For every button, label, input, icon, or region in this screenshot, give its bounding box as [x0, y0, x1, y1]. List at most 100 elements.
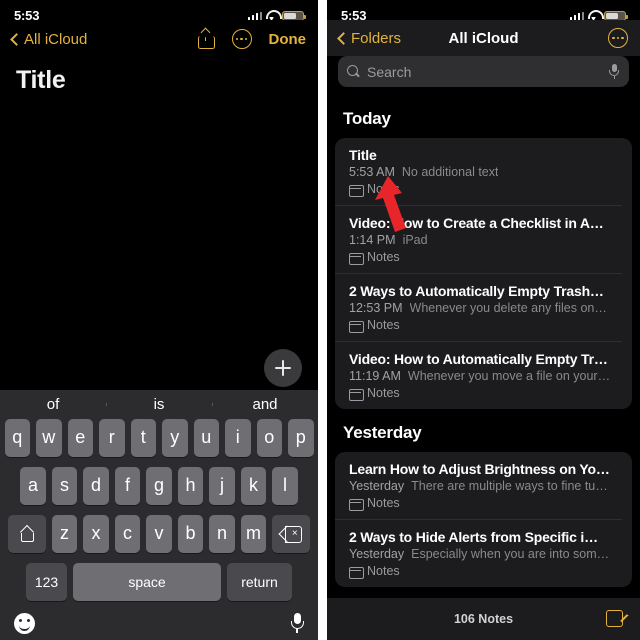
delete-key[interactable]: × — [272, 514, 311, 553]
shift-icon — [19, 526, 35, 542]
share-icon[interactable] — [197, 29, 215, 49]
list-item[interactable]: 2 Ways to Hide Alerts from Specific i… Y… — [335, 519, 622, 587]
key-r[interactable]: r — [99, 418, 125, 457]
key-i[interactable]: i — [225, 418, 251, 457]
key-e[interactable]: e — [67, 418, 93, 457]
emoji-smiley-icon[interactable] — [14, 612, 35, 634]
wifi-icon — [588, 10, 604, 20]
key-b[interactable]: b — [177, 514, 204, 553]
key-t[interactable]: t — [130, 418, 156, 457]
list-item[interactable]: 2 Ways to Automatically Empty Trash… 12:… — [335, 273, 622, 341]
compose-icon[interactable] — [606, 609, 632, 629]
key-l[interactable]: l — [272, 466, 298, 505]
predictive-text-bar: of is and — [0, 390, 318, 419]
key-j[interactable]: j — [209, 466, 235, 505]
done-button[interactable]: Done — [269, 31, 307, 48]
back-to-all-icloud-button[interactable]: All iCloud — [10, 30, 88, 48]
note-meta: 11:19 AM Whenever you move a file on you… — [349, 369, 622, 383]
prediction-1[interactable]: is — [106, 396, 212, 413]
status-time: 5:53 — [14, 8, 40, 20]
key-w[interactable]: w — [36, 418, 62, 457]
note-snippet: Whenever you move a file on your… — [407, 369, 611, 383]
prediction-2[interactable]: and — [212, 396, 318, 413]
folder-icon — [349, 388, 364, 401]
note-title: Video: How to Automatically Empty Tr… — [349, 351, 608, 367]
keyboard-row-1: q w e r t y u i o p — [0, 418, 318, 457]
microphone-icon[interactable] — [609, 64, 620, 79]
list-item[interactable]: Video: How to Create a Checklist in A… 1… — [335, 205, 622, 273]
back-button-label: All iCloud — [24, 30, 88, 48]
dual-screenshot-container: 5:53 All iCloud Done Title of is and q w… — [0, 0, 640, 640]
prediction-0[interactable]: of — [0, 396, 106, 413]
section-heading-today: Today — [343, 109, 391, 128]
delete-backward-icon: × — [281, 526, 302, 544]
folder-icon — [349, 252, 364, 265]
list-item[interactable]: Learn How to Adjust Brightness on Yo… Ye… — [335, 452, 622, 519]
search-icon — [347, 65, 360, 78]
folder-icon — [349, 184, 364, 197]
wifi-icon — [266, 10, 282, 20]
note-snippet: There are multiple ways to fine tu… — [411, 479, 608, 493]
search-input[interactable]: Search — [338, 56, 629, 87]
key-x[interactable]: x — [83, 514, 109, 553]
key-d[interactable]: d — [83, 466, 109, 505]
editor-navigation-bar: All iCloud Done — [0, 20, 318, 58]
return-key[interactable]: return — [227, 562, 292, 601]
back-to-folders-button[interactable]: Folders — [337, 30, 401, 47]
status-time: 5:53 — [341, 8, 367, 20]
note-title-text: Title — [16, 66, 66, 94]
section-heading-yesterday: Yesterday — [343, 423, 422, 442]
note-time: 1:14 PM — [349, 233, 396, 247]
list-item[interactable]: Title 5:53 AM No additional text Notes — [335, 138, 622, 205]
key-u[interactable]: u — [193, 418, 219, 457]
chevron-left-icon — [337, 31, 350, 45]
keyboard-row-3: z x c v b n m × — [0, 514, 318, 553]
shift-key[interactable] — [7, 514, 46, 553]
note-meta: 5:53 AM No additional text — [349, 165, 622, 179]
keyboard-row-4: 123 space return — [0, 562, 318, 601]
note-time: Yesterday — [349, 547, 405, 561]
list-item[interactable]: Video: How to Automatically Empty Tr… 11… — [335, 341, 622, 409]
more-circle-icon[interactable] — [231, 29, 252, 49]
key-h[interactable]: h — [177, 466, 204, 505]
key-z[interactable]: z — [51, 514, 78, 553]
onscreen-keyboard: of is and q w e r t y u i o p a s d f g … — [0, 390, 318, 640]
note-title: 2 Ways to Hide Alerts from Specific i… — [349, 529, 598, 545]
key-s[interactable]: s — [51, 466, 78, 505]
key-o[interactable]: o — [256, 418, 282, 457]
note-folder: Notes — [349, 182, 622, 197]
numbers-key[interactable]: 123 — [26, 562, 67, 601]
key-p[interactable]: p — [288, 418, 314, 457]
key-c[interactable]: c — [114, 514, 141, 553]
key-f[interactable]: f — [114, 466, 141, 505]
key-n[interactable]: n — [209, 514, 235, 553]
note-folder-label: Notes — [367, 318, 400, 332]
key-k[interactable]: k — [240, 466, 267, 505]
key-y[interactable]: y — [162, 418, 188, 457]
key-g[interactable]: g — [146, 466, 172, 505]
microphone-icon[interactable] — [290, 612, 304, 634]
space-key[interactable]: space — [73, 562, 221, 601]
key-a[interactable]: a — [20, 466, 46, 505]
note-snippet: iPad — [402, 233, 428, 247]
note-time: 5:53 AM — [349, 165, 395, 179]
note-folder-label: Notes — [367, 250, 400, 264]
status-bar-right: 5:53 — [327, 0, 640, 20]
notes-group-yesterday: Learn How to Adjust Brightness on Yo… Ye… — [335, 452, 632, 587]
search-placeholder: Search — [367, 63, 412, 80]
status-indicators — [247, 10, 306, 20]
add-attachment-button[interactable] — [264, 349, 302, 387]
key-m[interactable]: m — [240, 514, 267, 553]
status-indicators — [569, 10, 628, 20]
notes-list-scroll[interactable]: Today Title 5:53 AM No additional text N… — [327, 95, 640, 598]
plus-icon — [275, 360, 291, 376]
cellular-signal-icon — [247, 12, 262, 20]
more-circle-icon[interactable] — [608, 28, 628, 48]
key-v[interactable]: v — [146, 514, 172, 553]
note-folder: Notes — [349, 564, 622, 579]
note-title: Title — [349, 147, 377, 163]
battery-icon — [282, 11, 306, 20]
key-q[interactable]: q — [4, 418, 30, 457]
note-folder: Notes — [349, 386, 622, 401]
note-meta: 1:14 PM iPad — [349, 233, 622, 247]
